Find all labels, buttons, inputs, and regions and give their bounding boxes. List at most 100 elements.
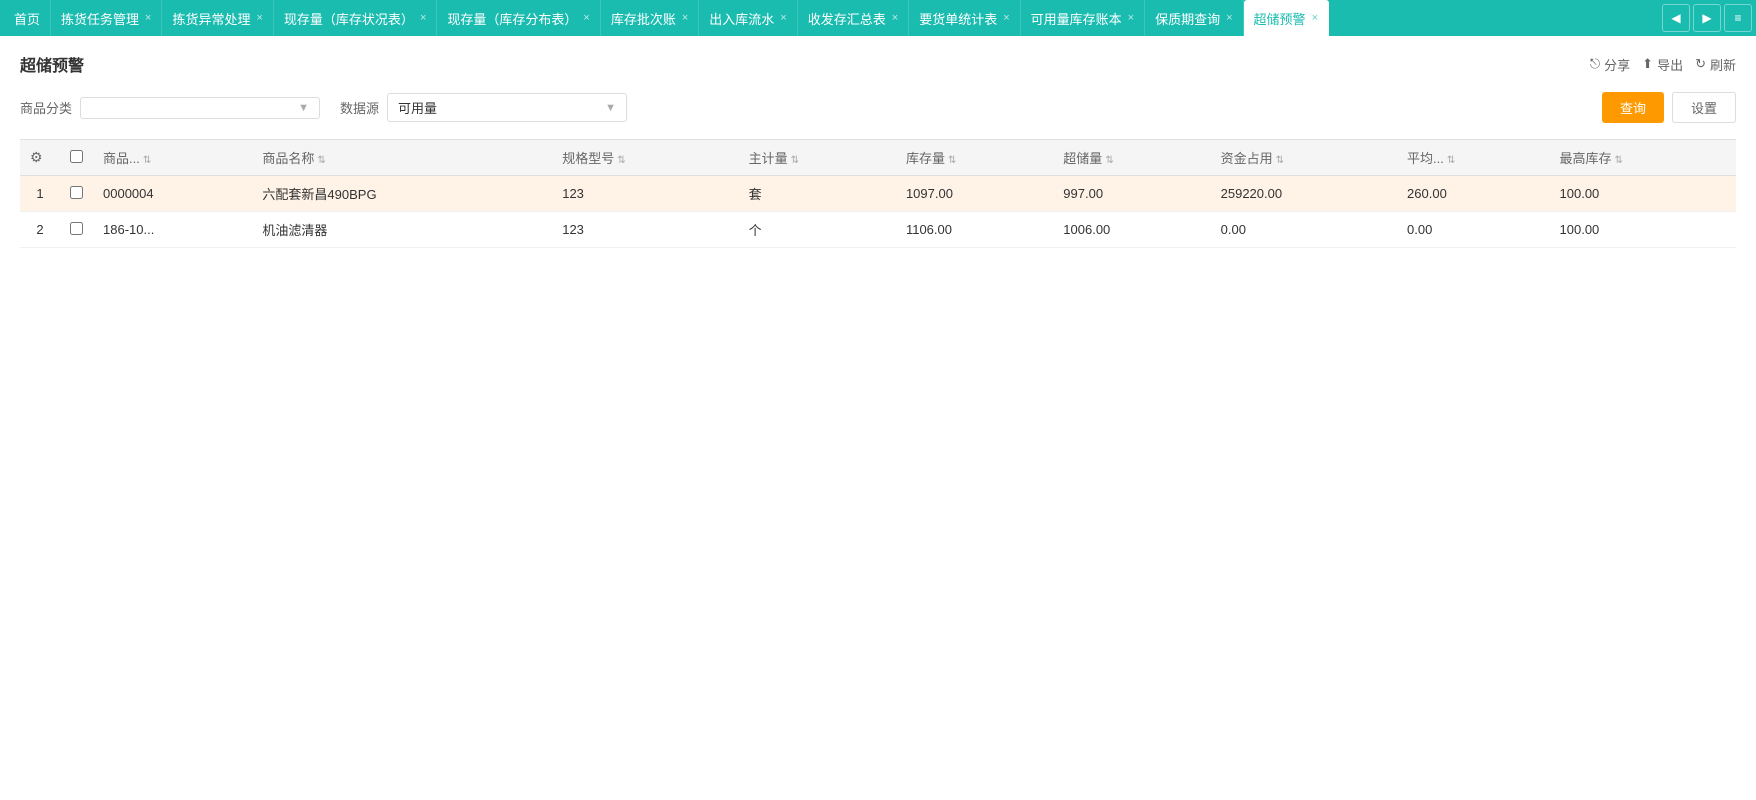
page-actions: ⎋ 分享 ⬆ 导出 ↻ 刷新 [1590,55,1736,74]
cell-avg: 260.00 [1397,176,1549,212]
close-expiry[interactable]: × [1226,12,1232,24]
th-unit[interactable]: 主计量⇅ [739,140,896,176]
cell-max-stock: 100.00 [1550,212,1736,248]
cell-capital: 0.00 [1211,212,1397,248]
cell-product-code: 186-10... [93,212,252,248]
nav-requisition[interactable]: 要货单统计表 × [909,0,1020,36]
cell-spec: 123 [552,176,738,212]
nav-summary[interactable]: 收发存汇总表 × [798,0,909,36]
nav-arrows: ◀ ▶ ≡ [1659,4,1752,32]
page-header: 超储预警 ⎋ 分享 ⬆ 导出 ↻ 刷新 [20,52,1736,76]
row-checkbox-cell[interactable] [60,212,93,248]
settings-button[interactable]: 设置 [1672,92,1736,123]
nav-flow[interactable]: 出入库流水 × [699,0,797,36]
table-settings-gear[interactable]: ⚙ [20,140,60,176]
sort-product-name-icon: ⇅ [317,155,325,166]
category-select[interactable]: ▼ [80,97,320,119]
cell-stock: 1097.00 [896,176,1053,212]
export-action[interactable]: ⬆ 导出 [1642,55,1683,74]
share-icon: ⎋ [1590,56,1600,72]
sort-unit-icon: ⇅ [791,155,799,166]
export-icon: ⬆ [1642,56,1653,72]
category-label: 商品分类 [20,98,72,117]
select-all-checkbox[interactable] [70,150,83,163]
close-requisition[interactable]: × [1003,12,1009,24]
nav-expiry[interactable]: 保质期查询 × [1145,0,1243,36]
cell-overstock: 997.00 [1053,176,1210,212]
close-exception[interactable]: × [256,12,262,24]
category-filter: 商品分类 ▼ [20,97,320,119]
close-available[interactable]: × [1128,12,1134,24]
datasource-filter: 数据源 可用量 ▼ [340,93,627,122]
close-flow[interactable]: × [780,12,786,24]
nav-available[interactable]: 可用量库存账本 × [1021,0,1145,36]
th-stock[interactable]: 库存量⇅ [896,140,1053,176]
cell-capital: 259220.00 [1211,176,1397,212]
topbar: 首页 拣货任务管理 × 拣货异常处理 × 现存量（库存状况表） × 现存量（库存… [0,0,1756,36]
datasource-value: 可用量 [398,98,437,117]
table-header-row: ⚙ 商品...⇅ 商品名称⇅ 规格型号⇅ 主计量⇅ 库存量⇅ [20,140,1736,176]
datasource-select[interactable]: 可用量 ▼ [387,93,627,122]
datasource-chevron-icon: ▼ [605,102,616,114]
close-summary[interactable]: × [892,12,898,24]
nav-overstock[interactable]: 超储预警 × [1244,0,1329,36]
row-checkbox-cell[interactable] [60,176,93,212]
sort-product-code-icon: ⇅ [143,155,151,166]
row-num: 1 [20,176,60,212]
filter-bar: 商品分类 ▼ 数据源 可用量 ▼ 查询 设置 [20,92,1736,123]
th-max-stock[interactable]: 最高库存⇅ [1550,140,1736,176]
page-title: 超储预警 [20,52,84,76]
cell-overstock: 1006.00 [1053,212,1210,248]
table-row[interactable]: 1 0000004 六配套新昌490BPG 123 套 1097.00 997.… [20,176,1736,212]
cell-avg: 0.00 [1397,212,1549,248]
cell-stock: 1106.00 [896,212,1053,248]
table-body: 1 0000004 六配套新昌490BPG 123 套 1097.00 997.… [20,176,1736,248]
sort-overstock-icon: ⇅ [1105,155,1113,166]
th-overstock[interactable]: 超储量⇅ [1053,140,1210,176]
cell-product-code: 0000004 [93,176,252,212]
nav-batch[interactable]: 库存批次账 × [601,0,699,36]
nav-next-btn[interactable]: ▶ [1693,4,1721,32]
datasource-label: 数据源 [340,98,379,117]
th-avg[interactable]: 平均...⇅ [1397,140,1549,176]
cell-unit: 套 [739,176,896,212]
row-checkbox[interactable] [70,222,83,235]
table-row[interactable]: 2 186-10... 机油滤清器 123 个 1106.00 1006.00 … [20,212,1736,248]
data-table: ⚙ 商品...⇅ 商品名称⇅ 规格型号⇅ 主计量⇅ 库存量⇅ [20,139,1736,248]
th-spec[interactable]: 规格型号⇅ [552,140,738,176]
close-stock-status[interactable]: × [420,12,426,24]
nav-stock-status[interactable]: 现存量（库存状况表） × [274,0,437,36]
th-checkbox [60,140,93,176]
row-num: 2 [20,212,60,248]
th-product-code[interactable]: 商品...⇅ [93,140,252,176]
row-checkbox[interactable] [70,186,83,199]
category-chevron-icon: ▼ [298,102,309,114]
nav-exception[interactable]: 拣货异常处理 × [162,0,273,36]
th-capital[interactable]: 资金占用⇅ [1211,140,1397,176]
th-product-name[interactable]: 商品名称⇅ [252,140,552,176]
nav-stock-dist[interactable]: 现存量（库存分布表） × [437,0,600,36]
close-stock-dist[interactable]: × [583,12,589,24]
nav-task-mgmt[interactable]: 拣货任务管理 × [51,0,162,36]
sort-capital-icon: ⇅ [1276,155,1284,166]
nav-home[interactable]: 首页 [4,0,51,36]
filter-right-btns: 查询 设置 [1602,92,1736,123]
nav-menu-btn[interactable]: ≡ [1724,4,1752,32]
nav-prev-btn[interactable]: ◀ [1662,4,1690,32]
cell-max-stock: 100.00 [1550,176,1736,212]
close-task-mgmt[interactable]: × [145,12,151,24]
query-button[interactable]: 查询 [1602,92,1664,123]
refresh-action[interactable]: ↻ 刷新 [1695,55,1736,74]
close-batch[interactable]: × [682,12,688,24]
cell-product-name: 六配套新昌490BPG [252,176,552,212]
cell-product-name: 机油滤清器 [252,212,552,248]
sort-spec-icon: ⇅ [617,155,625,166]
sort-max-stock-icon: ⇅ [1615,155,1623,166]
sort-avg-icon: ⇅ [1447,155,1455,166]
cell-unit: 个 [739,212,896,248]
close-overstock[interactable]: × [1312,12,1318,24]
page-container: 超储预警 ⎋ 分享 ⬆ 导出 ↻ 刷新 商品分类 ▼ 数据源 [0,36,1756,800]
refresh-icon: ↻ [1695,56,1706,72]
share-action[interactable]: ⎋ 分享 [1590,55,1630,74]
sort-stock-icon: ⇅ [948,155,956,166]
